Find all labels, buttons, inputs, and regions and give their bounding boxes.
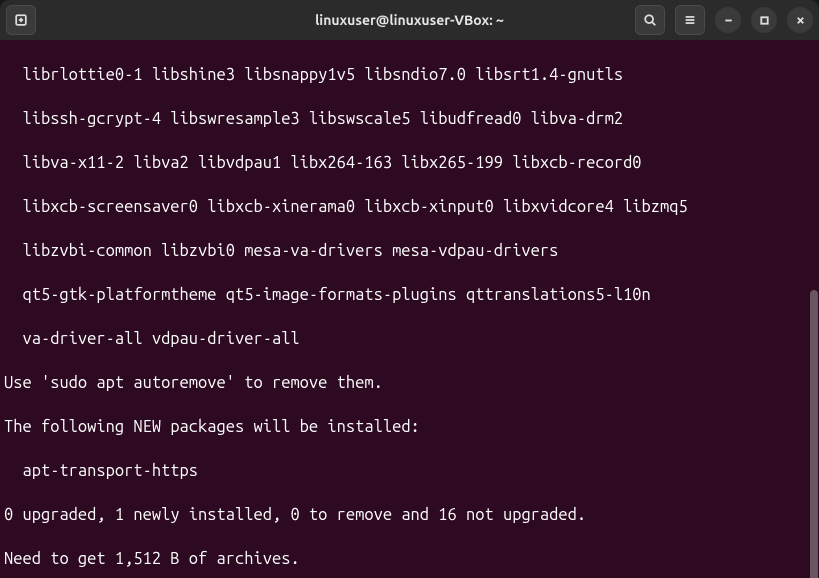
package-list-line: libssh-gcrypt-4 libswresample3 libswscal… <box>4 108 815 130</box>
new-tab-button[interactable] <box>6 5 36 35</box>
upgrade-summary: 0 upgraded, 1 newly installed, 0 to remo… <box>4 504 815 526</box>
search-button[interactable] <box>635 5 665 35</box>
terminal-viewport[interactable]: librlottie0-1 libshine3 libsnappy1v5 lib… <box>0 40 819 578</box>
package-list-line: libxcb-screensaver0 libxcb-xinerama0 lib… <box>4 196 815 218</box>
package-list-line: va-driver-all vdpau-driver-all <box>4 328 815 350</box>
window-titlebar: linuxuser@linuxuser-VBox: ~ <box>0 0 819 40</box>
hamburger-menu-button[interactable] <box>675 5 705 35</box>
minimize-button[interactable] <box>715 7 741 33</box>
package-list-line: qt5-gtk-platformtheme qt5-image-formats-… <box>4 284 815 306</box>
scrollbar-thumb[interactable] <box>810 290 818 578</box>
autoremove-hint: Use 'sudo apt autoremove' to remove them… <box>4 372 815 394</box>
new-package-name: apt-transport-https <box>4 460 815 482</box>
close-button[interactable] <box>787 7 813 33</box>
download-size: Need to get 1,512 B of archives. <box>4 548 815 570</box>
maximize-button[interactable] <box>751 7 777 33</box>
package-list-line: libva-x11-2 libva2 libvdpau1 libx264-163… <box>4 152 815 174</box>
titlebar-right-controls <box>635 5 813 35</box>
package-list-line: libzvbi-common libzvbi0 mesa-va-drivers … <box>4 240 815 262</box>
new-packages-header: The following NEW packages will be insta… <box>4 416 815 438</box>
terminal-output: librlottie0-1 libshine3 libsnappy1v5 lib… <box>4 42 815 578</box>
window-title: linuxuser@linuxuser-VBox: ~ <box>315 12 504 28</box>
titlebar-left-controls <box>6 5 36 35</box>
package-list-line: librlottie0-1 libshine3 libsnappy1v5 lib… <box>4 64 815 86</box>
